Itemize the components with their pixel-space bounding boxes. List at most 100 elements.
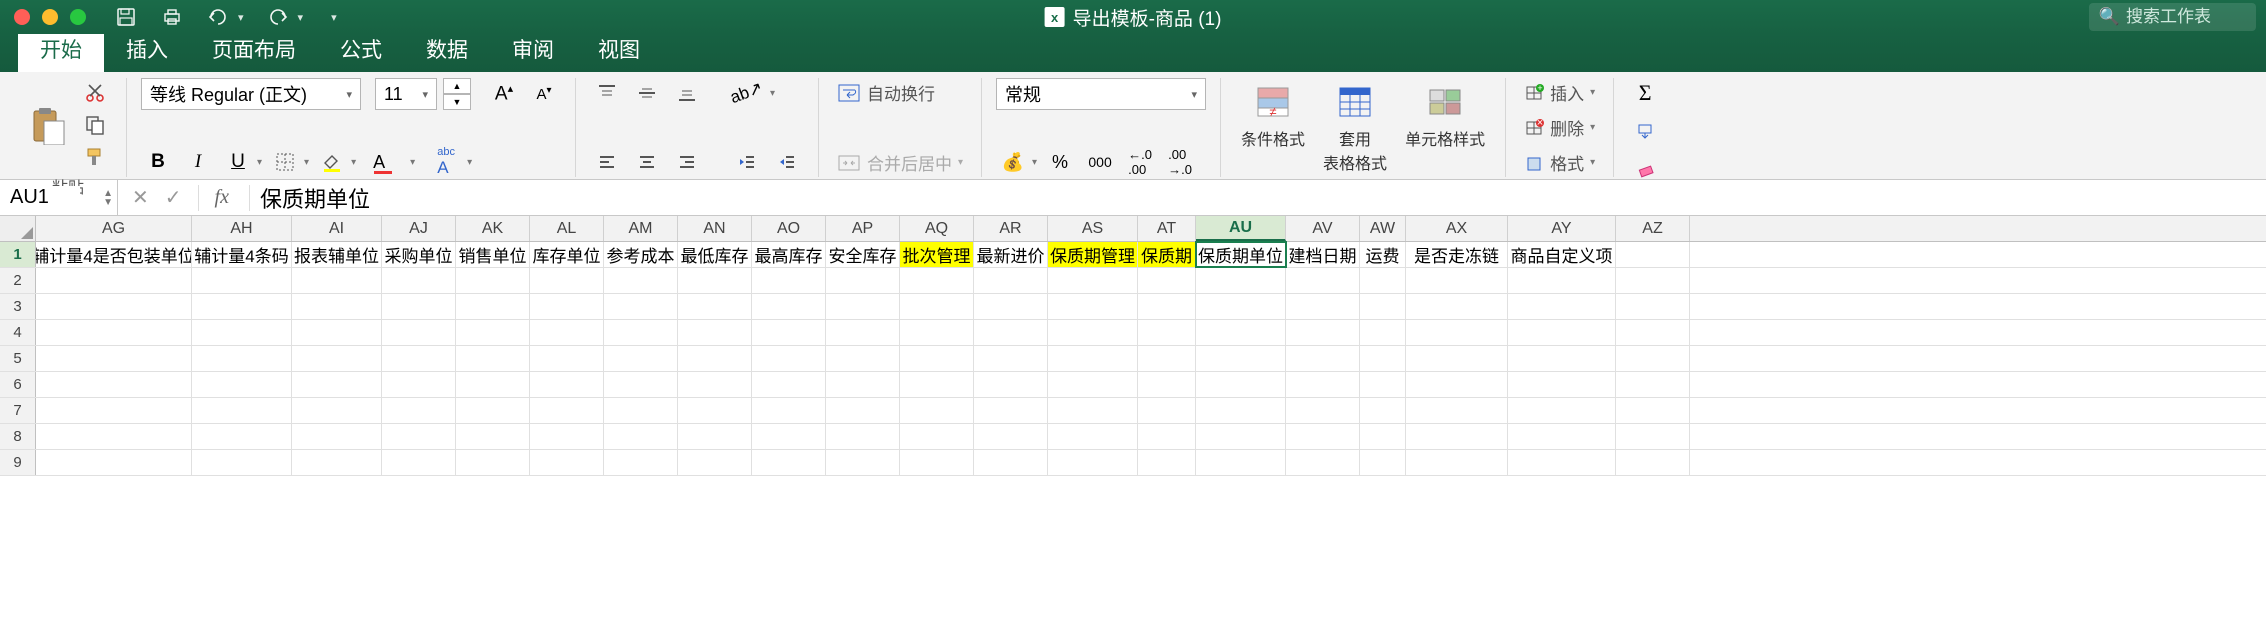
format-cells-button[interactable]: 格式▾ — [1520, 148, 1599, 177]
cell-AP5[interactable] — [826, 346, 900, 371]
cell-AW3[interactable] — [1360, 294, 1406, 319]
cell-AL2[interactable] — [530, 268, 604, 293]
cell-AI2[interactable] — [292, 268, 382, 293]
cell-AJ7[interactable] — [382, 398, 456, 423]
cell-AZ4[interactable] — [1616, 320, 1690, 345]
cell-AH3[interactable] — [192, 294, 292, 319]
fx-icon[interactable]: fx — [215, 186, 229, 209]
cell-AJ2[interactable] — [382, 268, 456, 293]
cell-AS9[interactable] — [1048, 450, 1138, 475]
cell-AP6[interactable] — [826, 372, 900, 397]
cell-AN1[interactable]: 最低库存 — [678, 242, 752, 267]
cell-AM7[interactable] — [604, 398, 678, 423]
cell-AV6[interactable] — [1286, 372, 1360, 397]
cell-AS8[interactable] — [1048, 424, 1138, 449]
column-header-AI[interactable]: AI — [292, 216, 382, 241]
cell-AZ3[interactable] — [1616, 294, 1690, 319]
cell-AK7[interactable] — [456, 398, 530, 423]
cell-AM6[interactable] — [604, 372, 678, 397]
paste-icon[interactable] — [28, 105, 68, 145]
cell-AU6[interactable] — [1196, 372, 1286, 397]
fill-color-button[interactable] — [315, 147, 349, 177]
cell-AM5[interactable] — [604, 346, 678, 371]
align-bottom-icon[interactable] — [670, 78, 704, 108]
column-header-AY[interactable]: AY — [1508, 216, 1616, 241]
cell-AN2[interactable] — [678, 268, 752, 293]
cell-AH5[interactable] — [192, 346, 292, 371]
column-header-AU[interactable]: AU — [1196, 216, 1286, 241]
cell-reference-input[interactable] — [0, 186, 80, 209]
cell-AJ8[interactable] — [382, 424, 456, 449]
column-header-AX[interactable]: AX — [1406, 216, 1508, 241]
cell-AO6[interactable] — [752, 372, 826, 397]
currency-icon[interactable]: 💰 — [996, 147, 1030, 177]
cell-AK3[interactable] — [456, 294, 530, 319]
cell-AU4[interactable] — [1196, 320, 1286, 345]
cell-AL6[interactable] — [530, 372, 604, 397]
cell-AR1[interactable]: 最新进价 — [974, 242, 1048, 267]
align-top-icon[interactable] — [590, 78, 624, 108]
autosum-icon[interactable]: Σ — [1628, 78, 1662, 108]
cell-AH1[interactable]: 辅计量4条码 — [192, 242, 292, 267]
cell-AS4[interactable] — [1048, 320, 1138, 345]
cell-AY7[interactable] — [1508, 398, 1616, 423]
cell-AP7[interactable] — [826, 398, 900, 423]
cell-AQ1[interactable]: 批次管理 — [900, 242, 974, 267]
cell-AJ4[interactable] — [382, 320, 456, 345]
cell-AU9[interactable] — [1196, 450, 1286, 475]
cell-AY4[interactable] — [1508, 320, 1616, 345]
cell-AY9[interactable] — [1508, 450, 1616, 475]
minimize-window-button[interactable] — [42, 9, 58, 25]
cell-AZ7[interactable] — [1616, 398, 1690, 423]
cell-AG1[interactable]: 辅计量4是否包装单位 — [36, 242, 192, 267]
cell-AL8[interactable] — [530, 424, 604, 449]
cell-AQ9[interactable] — [900, 450, 974, 475]
cell-AT7[interactable] — [1138, 398, 1196, 423]
cell-AL9[interactable] — [530, 450, 604, 475]
number-format-combo[interactable]: 常规▾ — [996, 78, 1206, 110]
cell-AR2[interactable] — [974, 268, 1048, 293]
qat-customize-icon[interactable]: ▾ — [331, 11, 337, 24]
cell-AI6[interactable] — [292, 372, 382, 397]
cell-AM4[interactable] — [604, 320, 678, 345]
increase-indent-icon[interactable] — [770, 147, 804, 177]
cell-AT5[interactable] — [1138, 346, 1196, 371]
cell-AM1[interactable]: 参考成本 — [604, 242, 678, 267]
cell-AX9[interactable] — [1406, 450, 1508, 475]
cell-AJ5[interactable] — [382, 346, 456, 371]
row-header-7[interactable]: 7 — [0, 398, 36, 423]
column-header-AG[interactable]: AG — [36, 216, 192, 241]
cell-AV3[interactable] — [1286, 294, 1360, 319]
percent-icon[interactable]: % — [1043, 147, 1077, 177]
cell-AX2[interactable] — [1406, 268, 1508, 293]
cell-AK1[interactable]: 销售单位 — [456, 242, 530, 267]
column-header-AP[interactable]: AP — [826, 216, 900, 241]
cell-AI9[interactable] — [292, 450, 382, 475]
cell-AT6[interactable] — [1138, 372, 1196, 397]
cell-AK9[interactable] — [456, 450, 530, 475]
undo-icon[interactable] — [206, 5, 230, 29]
increase-decimal-icon[interactable]: ←.0.00 — [1123, 147, 1157, 177]
cell-AG5[interactable] — [36, 346, 192, 371]
fill-icon[interactable] — [1628, 116, 1662, 146]
cell-AX8[interactable] — [1406, 424, 1508, 449]
cell-AL7[interactable] — [530, 398, 604, 423]
column-header-AO[interactable]: AO — [752, 216, 826, 241]
cell-AJ1[interactable]: 采购单位 — [382, 242, 456, 267]
cell-AV9[interactable] — [1286, 450, 1360, 475]
cell-AY3[interactable] — [1508, 294, 1616, 319]
cell-AT9[interactable] — [1138, 450, 1196, 475]
cell-AI4[interactable] — [292, 320, 382, 345]
cell-AV1[interactable]: 建档日期 — [1286, 242, 1360, 267]
formula-input[interactable] — [250, 185, 2266, 211]
row-header-3[interactable]: 3 — [0, 294, 36, 319]
cell-AQ4[interactable] — [900, 320, 974, 345]
conditional-format-button[interactable]: ≠ 条件格式 — [1235, 78, 1311, 154]
cell-AX5[interactable] — [1406, 346, 1508, 371]
cell-AJ3[interactable] — [382, 294, 456, 319]
zoom-window-button[interactable] — [70, 9, 86, 25]
save-icon[interactable] — [114, 5, 138, 29]
cell-AO2[interactable] — [752, 268, 826, 293]
comma-icon[interactable]: 000 — [1083, 147, 1117, 177]
cell-AS7[interactable] — [1048, 398, 1138, 423]
